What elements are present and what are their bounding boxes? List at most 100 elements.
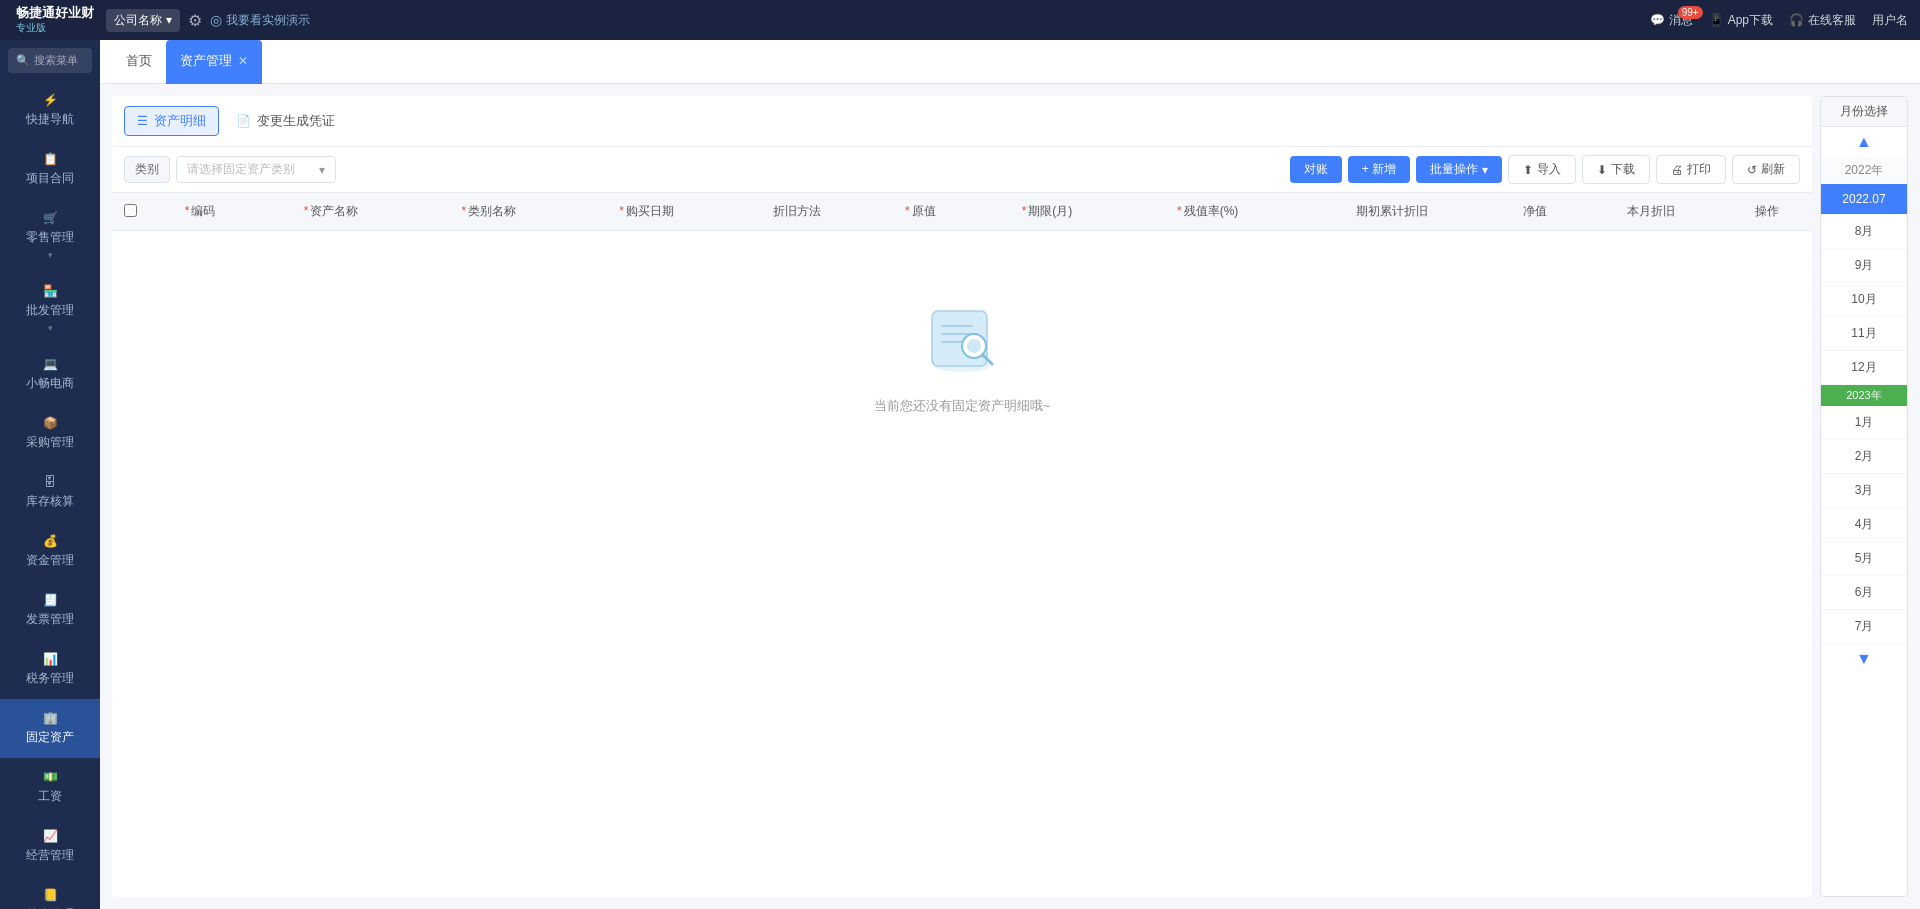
top-bar: 畅捷通好业财 专业版 公司名称 ▾ ⚙ ◎ 我要看实例演示 💬 消息 99+ 📱… bbox=[0, 0, 1920, 40]
th-buy-date: 购买日期 bbox=[568, 193, 726, 231]
customer-service-button[interactable]: 🎧 在线客服 bbox=[1789, 12, 1856, 29]
sidebar: 🔍 搜索菜单 ⚡ 快捷导航 📋 项目合同 🛒 零售管理 ▾ 🏪 批发管理 ▾ 💻… bbox=[0, 40, 100, 909]
year-2023-label: 2023年 bbox=[1821, 385, 1907, 406]
toolbar: 类别 请选择固定资产类别 ▾ 对账 + 新增 批量操作 ▾ ⬆ 导入 bbox=[112, 147, 1812, 193]
month-item-2023-03[interactable]: 3月 bbox=[1821, 474, 1907, 508]
headset-icon: 🎧 bbox=[1789, 13, 1804, 27]
sidebar-item-purchase[interactable]: 📦 采购管理 bbox=[0, 404, 100, 463]
message-badge: 99+ bbox=[1678, 6, 1703, 19]
app-download-button[interactable]: 📱 App下载 bbox=[1709, 12, 1773, 29]
month-item-2022-08[interactable]: 8月 bbox=[1821, 215, 1907, 249]
search-menu-input[interactable]: 🔍 搜索菜单 bbox=[8, 48, 92, 73]
sidebar-item-assets[interactable]: 🏢 固定资产 bbox=[0, 699, 100, 758]
sidebar-item-quick-nav[interactable]: ⚡ 快捷导航 bbox=[0, 81, 100, 140]
operation-icon: 📈 bbox=[43, 829, 58, 843]
reconcile-button[interactable]: 对账 bbox=[1290, 156, 1342, 183]
main-panel: ☰ 资产明细 📄 变更生成凭证 类别 请选择固定资产类别 ▾ bbox=[112, 96, 1812, 897]
download-button[interactable]: ⬇ 下载 bbox=[1582, 155, 1650, 184]
demo-circle-icon: ◎ bbox=[210, 12, 222, 28]
th-accumulated: 期初累计折旧 bbox=[1294, 193, 1490, 231]
sidebar-item-ledger[interactable]: 📒 总账管理 bbox=[0, 876, 100, 909]
month-list: ▲ 2022年 2022.07 8月 9月 10月 11月 12月 2023年 … bbox=[1821, 127, 1907, 896]
add-button[interactable]: + 新增 bbox=[1348, 156, 1410, 183]
sidebar-item-tax[interactable]: 📊 税务管理 bbox=[0, 640, 100, 699]
month-nav-up[interactable]: ▲ bbox=[1821, 127, 1907, 157]
filter-label: 类别 bbox=[124, 156, 170, 183]
demo-link[interactable]: ◎ 我要看实例演示 bbox=[210, 12, 310, 29]
th-code: 编码 bbox=[148, 193, 252, 231]
sidebar-item-finance[interactable]: 💰 资金管理 bbox=[0, 522, 100, 581]
tab-close-icon[interactable]: ✕ bbox=[238, 55, 248, 67]
sidebar-item-salary[interactable]: 💵 工资 bbox=[0, 758, 100, 817]
ecommerce-icon: 💻 bbox=[43, 357, 58, 371]
import-button[interactable]: ⬆ 导入 bbox=[1508, 155, 1576, 184]
top-bar-left: 畅捷通好业财 专业版 公司名称 ▾ ⚙ ◎ 我要看实例演示 bbox=[12, 5, 1640, 35]
th-period: 期限(月) bbox=[973, 193, 1122, 231]
app-title: 畅捷通好业财 专业版 bbox=[16, 5, 94, 35]
sidebar-item-operation[interactable]: 📈 经营管理 bbox=[0, 817, 100, 876]
month-item-2022-12[interactable]: 12月 bbox=[1821, 351, 1907, 385]
settings-icon[interactable]: ⚙ bbox=[188, 11, 202, 30]
chevron-right-icon: ▾ bbox=[48, 250, 53, 260]
chevron-down-icon: ▾ bbox=[166, 13, 172, 27]
month-item-2023-05[interactable]: 5月 bbox=[1821, 542, 1907, 576]
th-name: 资产名称 bbox=[252, 193, 410, 231]
month-item-2023-01[interactable]: 1月 bbox=[1821, 406, 1907, 440]
purchase-icon: 📦 bbox=[43, 416, 58, 430]
month-item-2022-07[interactable]: 2022.07 bbox=[1821, 184, 1907, 215]
th-net-value: 净值 bbox=[1490, 193, 1579, 231]
th-depreciation-method: 折旧方法 bbox=[725, 193, 868, 231]
th-original-value: 原值 bbox=[868, 193, 972, 231]
month-item-2022-10[interactable]: 10月 bbox=[1821, 283, 1907, 317]
retail-icon: 🛒 bbox=[43, 211, 58, 225]
company-selector[interactable]: 公司名称 ▾ bbox=[106, 9, 180, 32]
subtab-voucher[interactable]: 📄 变更生成凭证 bbox=[223, 106, 348, 136]
message-button[interactable]: 💬 消息 99+ bbox=[1650, 12, 1693, 29]
salary-icon: 💵 bbox=[43, 770, 58, 784]
month-item-2022-09[interactable]: 9月 bbox=[1821, 249, 1907, 283]
invoice-icon: 🧾 bbox=[43, 593, 58, 607]
th-checkbox bbox=[112, 193, 148, 231]
tab-home[interactable]: 首页 bbox=[112, 40, 166, 84]
sidebar-item-inventory[interactable]: 🗄 库存核算 bbox=[0, 463, 100, 522]
month-up-button[interactable]: ▲ bbox=[1848, 131, 1880, 153]
batch-button[interactable]: 批量操作 ▾ bbox=[1416, 156, 1502, 183]
svg-point-7 bbox=[967, 339, 981, 353]
user-menu[interactable]: 用户名 bbox=[1872, 12, 1908, 29]
print-icon: 🖨 bbox=[1671, 163, 1683, 177]
select-all-checkbox[interactable] bbox=[124, 204, 137, 217]
sidebar-item-retail[interactable]: 🛒 零售管理 ▾ bbox=[0, 199, 100, 272]
month-item-2023-07[interactable]: 7月 bbox=[1821, 610, 1907, 644]
sidebar-item-project[interactable]: 📋 项目合同 bbox=[0, 140, 100, 199]
phone-icon: 📱 bbox=[1709, 13, 1724, 27]
empty-text: 当前您还没有固定资产明细哦~ bbox=[874, 397, 1051, 415]
ledger-icon: 📒 bbox=[43, 888, 58, 902]
month-picker-panel: 月份选择 ▲ 2022年 2022.07 8月 9月 10月 11月 12月 2… bbox=[1820, 96, 1908, 897]
month-item-2023-06[interactable]: 6月 bbox=[1821, 576, 1907, 610]
subtab-asset-detail[interactable]: ☰ 资产明细 bbox=[124, 106, 219, 136]
empty-illustration bbox=[912, 291, 1012, 381]
chevron-right-icon: ▾ bbox=[48, 323, 53, 333]
month-item-2023-02[interactable]: 2月 bbox=[1821, 440, 1907, 474]
month-item-2022-11[interactable]: 11月 bbox=[1821, 317, 1907, 351]
month-down-button[interactable]: ▼ bbox=[1848, 648, 1880, 670]
page-content: ☰ 资产明细 📄 变更生成凭证 类别 请选择固定资产类别 ▾ bbox=[100, 84, 1920, 909]
sidebar-item-invoice[interactable]: 🧾 发票管理 bbox=[0, 581, 100, 640]
month-nav-down[interactable]: ▼ bbox=[1821, 644, 1907, 674]
wholesale-icon: 🏪 bbox=[43, 284, 58, 298]
quicknav-icon: ⚡ bbox=[43, 93, 58, 107]
import-icon: ⬆ bbox=[1523, 163, 1533, 177]
tab-bar: 首页 资产管理 ✕ bbox=[100, 40, 1920, 84]
sidebar-item-wholesale[interactable]: 🏪 批发管理 ▾ bbox=[0, 272, 100, 345]
main-layout: 🔍 搜索菜单 ⚡ 快捷导航 📋 项目合同 🛒 零售管理 ▾ 🏪 批发管理 ▾ 💻… bbox=[0, 40, 1920, 909]
category-filter-select[interactable]: 请选择固定资产类别 ▾ bbox=[176, 156, 336, 183]
month-item-2023-04[interactable]: 4月 bbox=[1821, 508, 1907, 542]
sidebar-item-ecommerce[interactable]: 💻 小畅电商 bbox=[0, 345, 100, 404]
message-icon: 💬 bbox=[1650, 13, 1665, 27]
search-icon: 🔍 bbox=[16, 54, 30, 67]
list-icon: ☰ bbox=[137, 114, 148, 128]
tab-assets[interactable]: 资产管理 ✕ bbox=[166, 40, 262, 84]
refresh-button[interactable]: ↺ 刷新 bbox=[1732, 155, 1800, 184]
print-button[interactable]: 🖨 打印 bbox=[1656, 155, 1726, 184]
content-area: 首页 资产管理 ✕ ☰ 资产明细 📄 变更生成凭证 bbox=[100, 40, 1920, 909]
